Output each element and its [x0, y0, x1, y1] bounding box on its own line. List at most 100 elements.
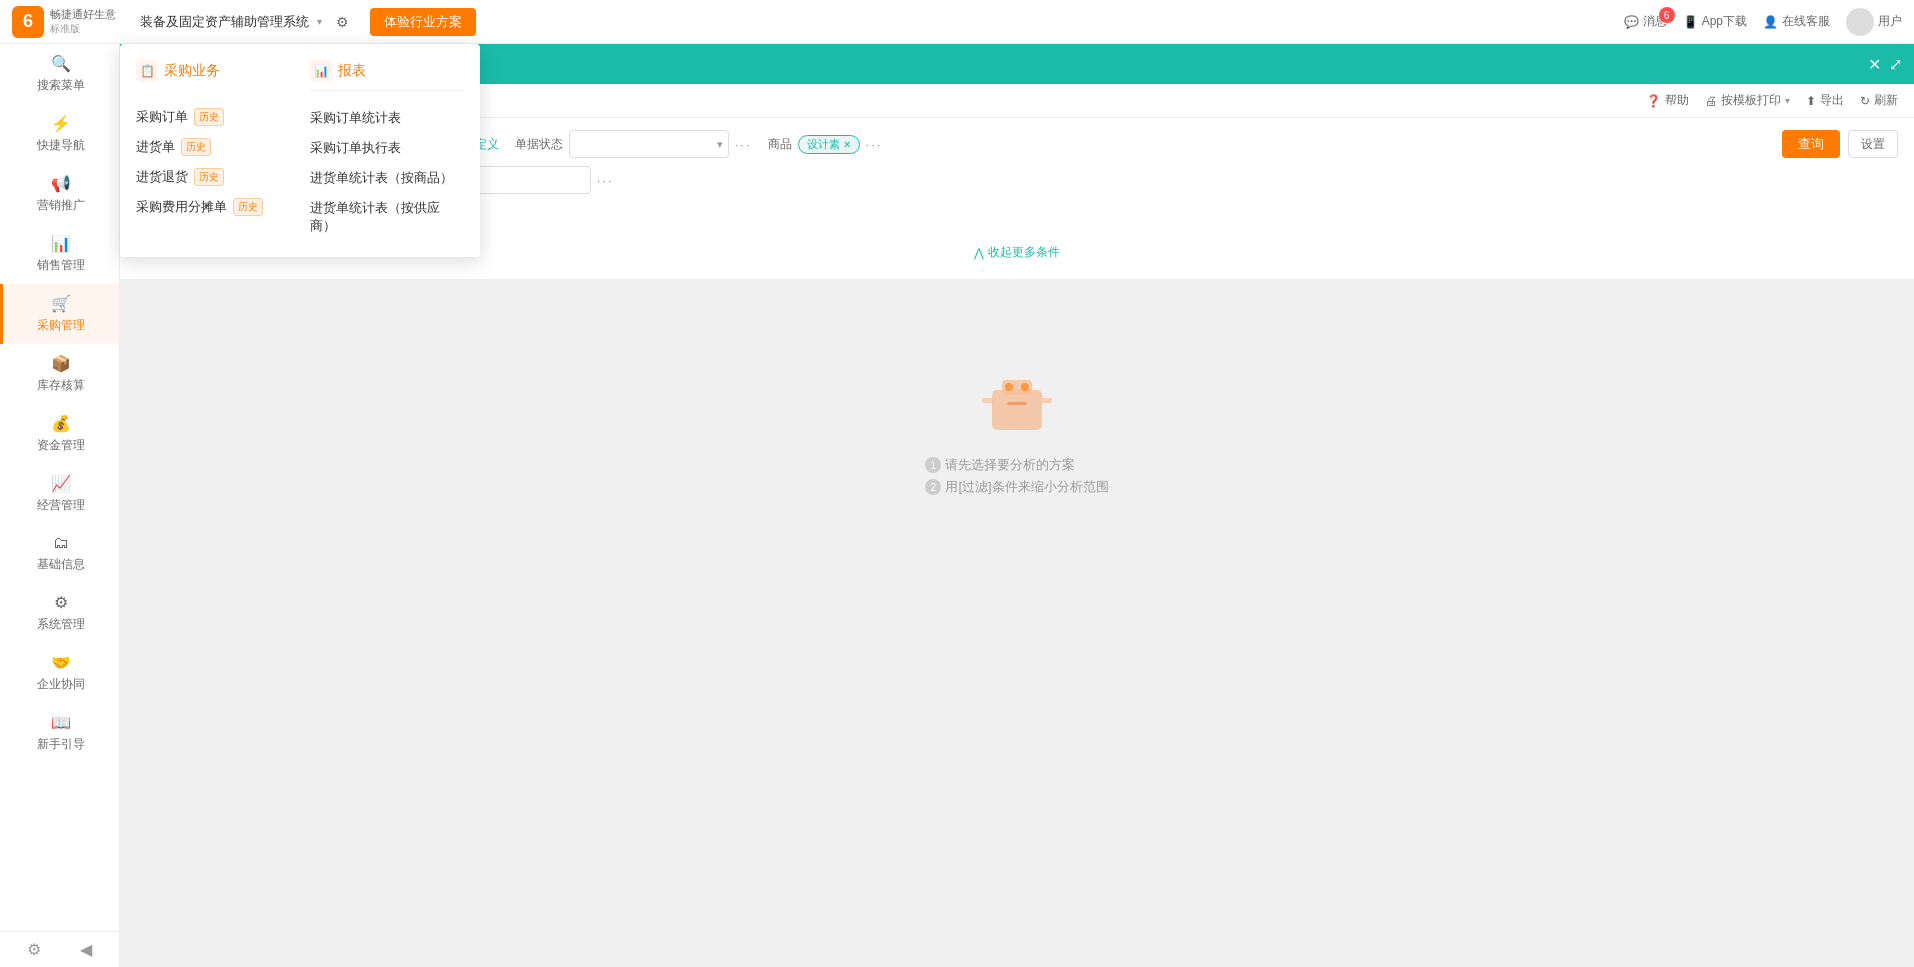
goods-more-icon[interactable]: ···	[866, 137, 883, 152]
stock-return-hist: 历史	[194, 168, 224, 186]
purchase-business-title: 📋 采购业务	[136, 60, 290, 90]
online-service-button[interactable]: 👤 在线客服	[1763, 13, 1830, 30]
menu-item-purchase-order[interactable]: 采购订单 历史	[136, 102, 290, 132]
print-icon: 🖨	[1705, 94, 1717, 108]
sales-icon: 📊	[51, 234, 71, 253]
purchase-cost-hist: 历史	[233, 198, 263, 216]
report-col: 📊 报表 采购订单统计表 采购订单执行表 进货单统计表（按商品） 进货单统计表（…	[310, 60, 464, 241]
tab-maximize-icon[interactable]: ⤢	[1889, 55, 1902, 74]
purchase-cost-label: 采购费用分摊单	[136, 198, 227, 216]
export-button[interactable]: ⬆ 导出	[1806, 92, 1844, 109]
svg-rect-0	[992, 390, 1042, 430]
sidebar-item-inventory[interactable]: 📦 库存核算	[0, 344, 119, 404]
sidebar-item-cooperation[interactable]: 🤝 企业协同	[0, 643, 119, 703]
sidebar-item-finance[interactable]: 💰 资金管理	[0, 404, 119, 464]
order-stats-label: 采购订单统计表	[310, 109, 401, 127]
sidebar-label-inventory: 库存核算	[37, 377, 85, 394]
stock-in-label: 进货单	[136, 138, 175, 156]
salesperson-more-icon[interactable]: ···	[597, 173, 614, 188]
logo-line1: 畅捷通好生意	[50, 7, 116, 21]
menu-item-order-stats[interactable]: 采购订单统计表	[310, 103, 464, 133]
collapse-up-icon: ⋀	[974, 246, 984, 260]
report-title: 📊 报表	[310, 60, 464, 91]
goods-tag: 设计素 ✕	[798, 135, 860, 154]
purchase-order-hist: 历史	[194, 108, 224, 126]
menu-item-stock-in[interactable]: 进货单 历史	[136, 132, 290, 162]
stock-in-hist: 历史	[181, 138, 211, 156]
print-button[interactable]: 🖨 按模板打印 ▾	[1705, 92, 1790, 109]
refresh-button[interactable]: ↻ 刷新	[1860, 92, 1898, 109]
purchase-icon: 🛒	[51, 294, 71, 313]
status-select-wrap	[569, 130, 729, 158]
print-label: 按模板打印	[1721, 92, 1781, 109]
settings-icon[interactable]: ⚙	[330, 10, 354, 34]
settings-button[interactable]: 设置	[1848, 130, 1898, 158]
sidebar-item-quicknav[interactable]: ⚡ 快捷导航	[0, 104, 119, 164]
svg-rect-6	[1040, 398, 1052, 403]
purchase-business-col: 📋 采购业务 采购订单 历史 进货单 历史 进货退货 历史 采购费用分摊单 历史	[136, 60, 290, 241]
logo-text-block: 畅捷通好生意 标准版	[50, 7, 116, 35]
menu-item-order-exec[interactable]: 采购订单执行表	[310, 133, 464, 163]
tab-close-window-icon[interactable]: ✕	[1868, 55, 1881, 74]
header-right: 💬 消息 6 📱 App下载 👤 在线客服 用户	[1624, 8, 1902, 36]
sidebar-item-search[interactable]: 🔍 搜索菜单	[0, 44, 119, 104]
user-button[interactable]: 用户	[1846, 8, 1902, 36]
menu-item-stock-by-supplier[interactable]: 进货单统计表（按供应商）	[310, 193, 464, 241]
dropdown-arrow-icon[interactable]: ▾	[317, 16, 322, 27]
system-title: 装备及固定资产辅助管理系统	[140, 13, 309, 31]
sidebar-label-operations: 经营管理	[37, 497, 85, 514]
sidebar-collapse-btn[interactable]: ◀	[80, 940, 92, 959]
quicknav-icon: ⚡	[51, 114, 71, 133]
purchase-dropdown-menu: 📋 采购业务 采购订单 历史 进货单 历史 进货退货 历史 采购费用分摊单 历史…	[120, 44, 480, 257]
sidebar-label-purchase: 采购管理	[37, 317, 85, 334]
messages-button[interactable]: 💬 消息 6	[1624, 13, 1667, 30]
menu-item-stock-return[interactable]: 进货退货 历史	[136, 162, 290, 192]
logo-line2: 标准版	[50, 22, 116, 36]
sidebar: 🔍 搜索菜单 ⚡ 快捷导航 📢 营销推广 📊 销售管理 🛒 采购管理 📦 库存核…	[0, 44, 120, 967]
report-icon: 📊	[310, 60, 332, 82]
help-icon: ❓	[1646, 94, 1661, 108]
sidebar-item-guide[interactable]: 📖 新手引导	[0, 703, 119, 763]
stock-return-label: 进货退货	[136, 168, 188, 186]
step1-num: 1	[925, 457, 941, 473]
purchase-order-label: 采购订单	[136, 108, 188, 126]
sidebar-item-basic[interactable]: 🗂 基础信息	[0, 524, 119, 583]
sidebar-label-basic: 基础信息	[37, 556, 85, 573]
online-service-label: 在线客服	[1782, 13, 1830, 30]
sidebar-label-sales: 销售管理	[37, 257, 85, 274]
sidebar-item-system[interactable]: ⚙ 系统管理	[0, 583, 119, 643]
step2-num: 2	[925, 479, 941, 495]
goods-tag-close[interactable]: ✕	[843, 139, 851, 150]
basic-icon: 🗂	[53, 534, 69, 552]
avatar	[1846, 8, 1874, 36]
sidebar-settings-btn[interactable]: ⚙	[27, 940, 41, 959]
status-more-icon[interactable]: ···	[735, 137, 752, 152]
message-icon: 💬	[1624, 15, 1639, 29]
empty-state: 1 请先选择要分析的方案 2 用[过滤]条件来缩小分析范围	[120, 280, 1914, 580]
status-select[interactable]	[569, 130, 729, 158]
menu-item-purchase-cost[interactable]: 采购费用分摊单 历史	[136, 192, 290, 222]
sidebar-item-sales[interactable]: 📊 销售管理	[0, 224, 119, 284]
inventory-icon: 📦	[51, 354, 71, 373]
sidebar-item-marketing[interactable]: 📢 营销推广	[0, 164, 119, 224]
purchase-business-icon: 📋	[136, 60, 158, 82]
report-label: 报表	[338, 62, 366, 80]
collapse-label: 收起更多条件	[988, 244, 1060, 261]
sidebar-item-purchase[interactable]: 🛒 采购管理	[0, 284, 119, 344]
help-label: 帮助	[1665, 92, 1689, 109]
menu-item-stock-by-goods[interactable]: 进货单统计表（按商品）	[310, 163, 464, 193]
refresh-label: 刷新	[1874, 92, 1898, 109]
guide-icon: 📖	[51, 713, 71, 732]
system-icon: ⚙	[54, 593, 68, 612]
empty-illustration	[967, 360, 1067, 440]
app-download-button[interactable]: 📱 App下载	[1683, 13, 1747, 30]
empty-text: 1 请先选择要分析的方案 2 用[过滤]条件来缩小分析范围	[925, 452, 1108, 500]
query-button[interactable]: 查询	[1782, 130, 1840, 158]
sidebar-item-operations[interactable]: 📈 经营管理	[0, 464, 119, 524]
help-button[interactable]: ❓ 帮助	[1646, 92, 1689, 109]
finance-icon: 💰	[51, 414, 71, 433]
sidebar-label-search: 搜索菜单	[37, 77, 85, 94]
svg-rect-4	[1007, 402, 1027, 405]
stock-by-goods-label: 进货单统计表（按商品）	[310, 169, 453, 187]
industry-button[interactable]: 体验行业方案	[370, 8, 476, 36]
